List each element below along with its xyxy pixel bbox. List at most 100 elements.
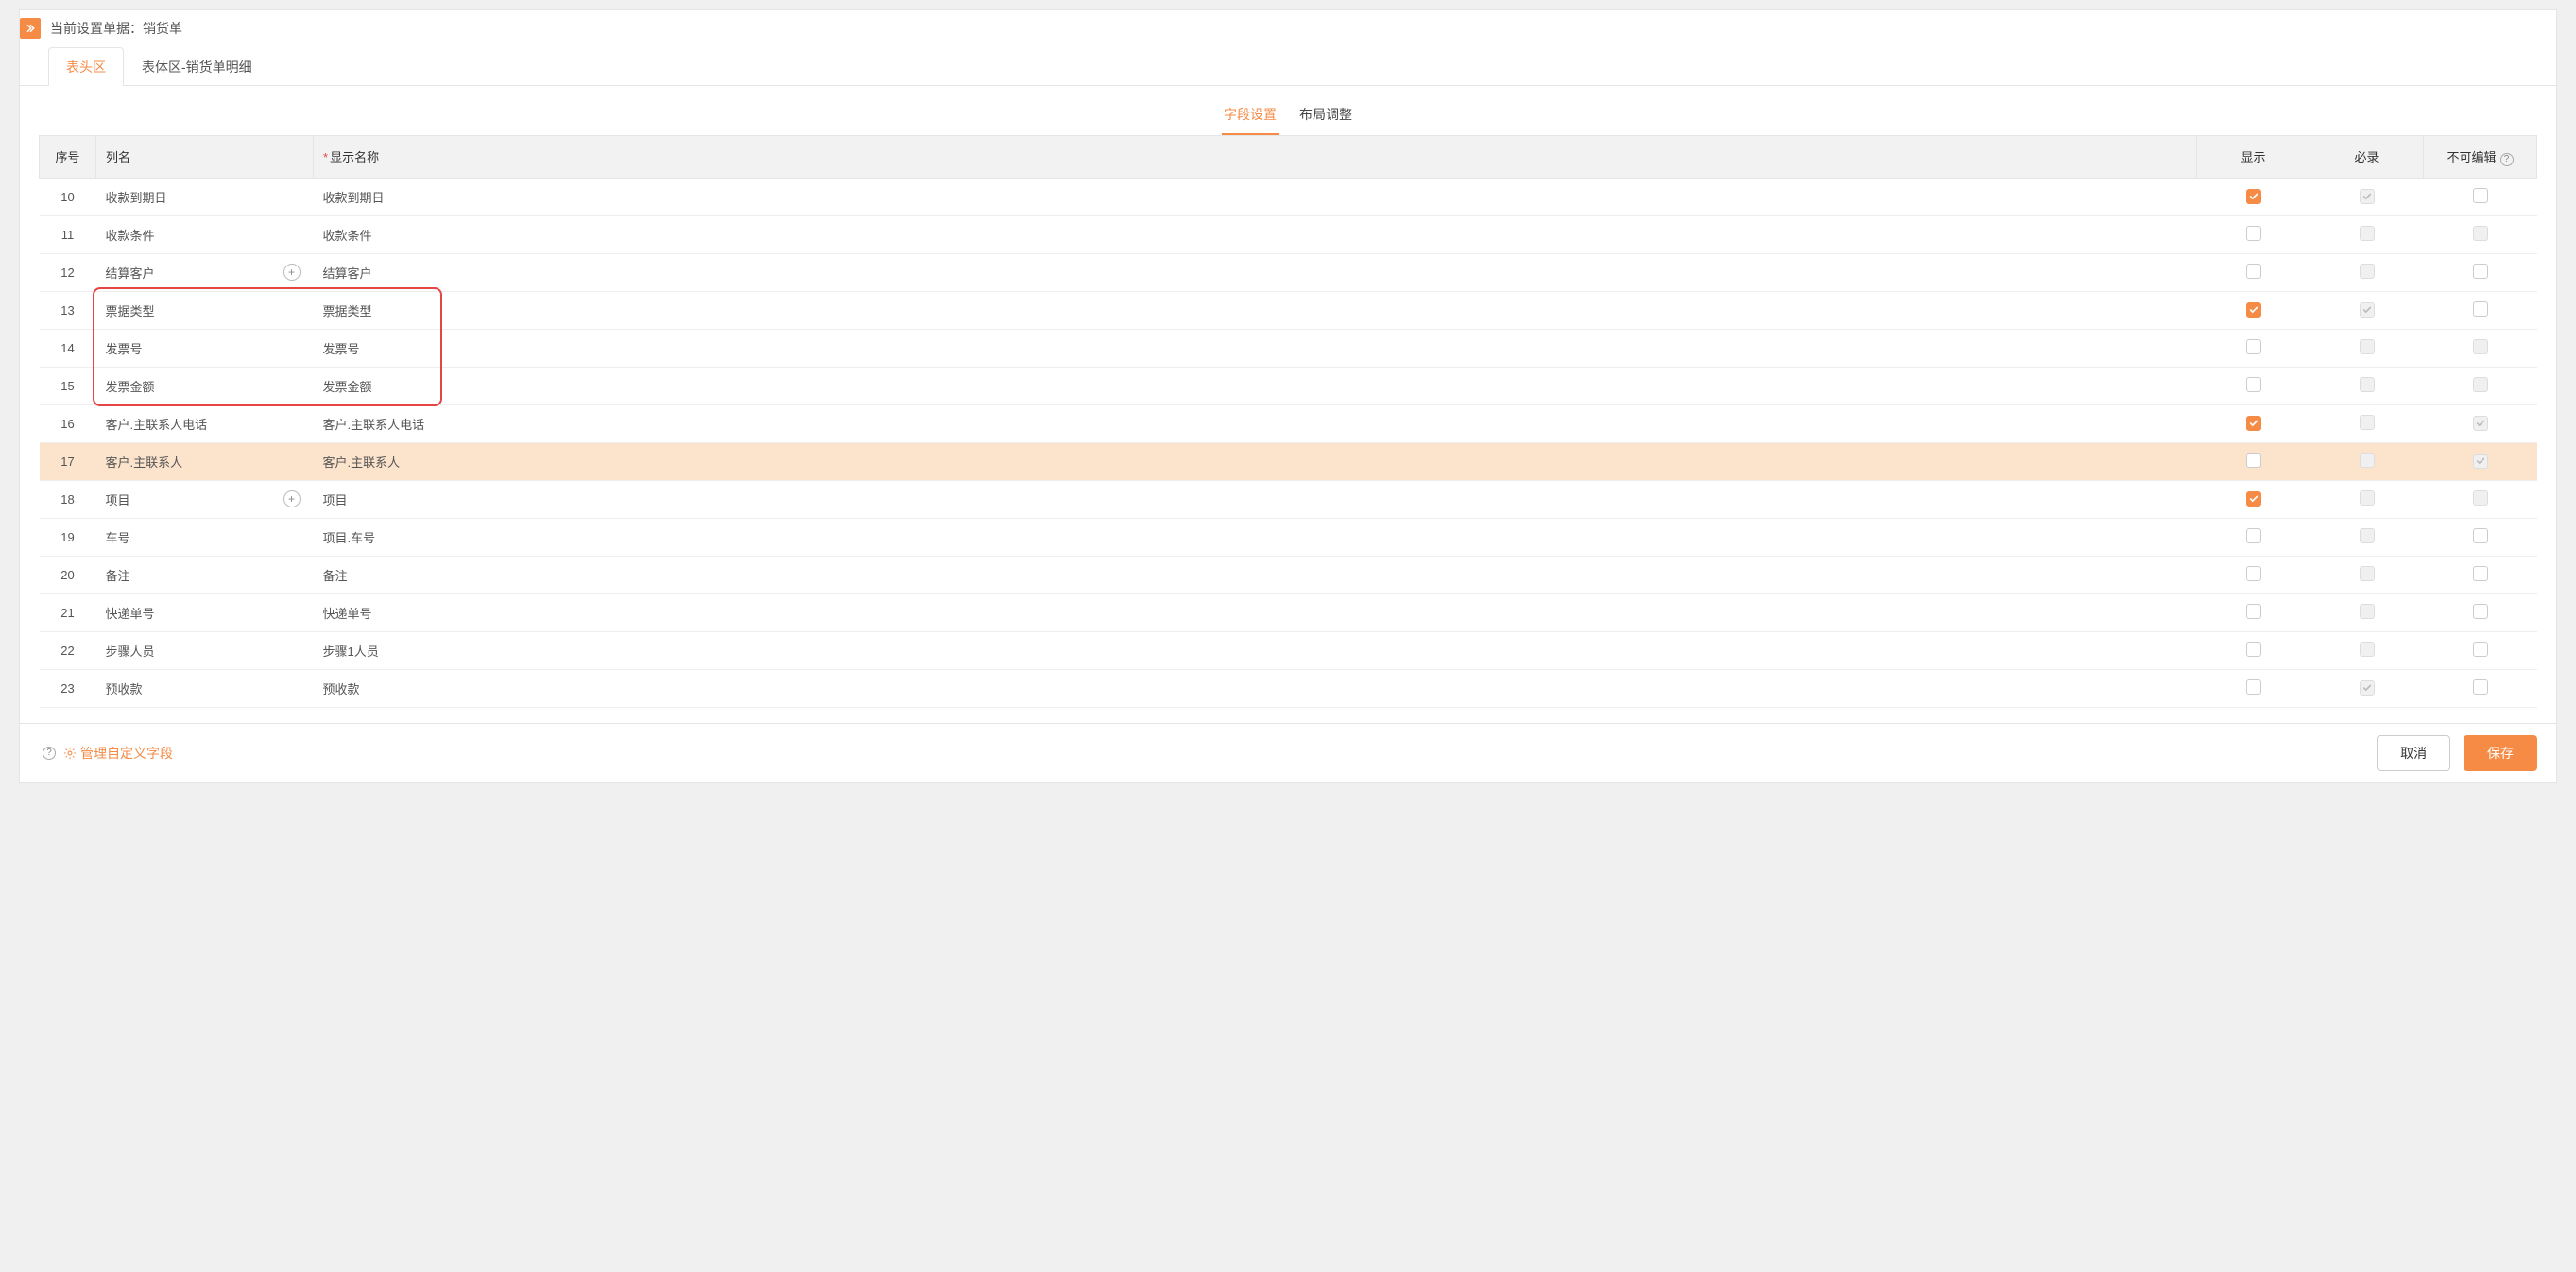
show-checkbox[interactable]	[2246, 189, 2261, 204]
row-index: 22	[40, 631, 96, 669]
required-checkbox	[2360, 604, 2375, 619]
subtab-layout-adjust[interactable]: 布局调整	[1297, 99, 1354, 135]
table-row: 15发票金额发票金额	[40, 367, 2537, 404]
row-column-name: 客户.主联系人	[96, 442, 314, 480]
col-locked-label: 不可编辑	[2447, 150, 2496, 164]
locked-checkbox	[2473, 226, 2488, 241]
locked-checkbox[interactable]	[2473, 528, 2488, 543]
row-index: 15	[40, 367, 96, 404]
required-checkbox	[2360, 453, 2375, 468]
tab-header-area[interactable]: 表头区	[48, 47, 124, 86]
main-tabs: 表头区表体区-销货单明细	[20, 46, 2556, 86]
row-index: 17	[40, 442, 96, 480]
show-checkbox[interactable]	[2246, 226, 2261, 241]
locked-checkbox[interactable]	[2473, 188, 2488, 203]
show-checkbox[interactable]	[2246, 491, 2261, 507]
locked-checkbox[interactable]	[2473, 301, 2488, 317]
locked-checkbox[interactable]	[2473, 264, 2488, 279]
locked-checkbox[interactable]	[2473, 679, 2488, 695]
sub-tabs: 字段设置布局调整	[20, 86, 2556, 135]
table-row: 12结算客户+结算客户	[40, 253, 2537, 291]
row-column-name: 发票金额	[96, 367, 314, 404]
cancel-button[interactable]: 取消	[2377, 735, 2450, 771]
show-checkbox[interactable]	[2246, 416, 2261, 431]
row-display-name[interactable]: 结算客户	[314, 253, 2197, 291]
col-index-header: 序号	[40, 136, 96, 179]
row-display-name[interactable]: 收款条件	[314, 215, 2197, 253]
fields-table: 序号 列名 *显示名称 显示 必录 不可编辑? 10收款到期日收款到期日11收款…	[39, 135, 2537, 708]
row-index: 23	[40, 669, 96, 707]
locked-checkbox	[2473, 490, 2488, 506]
row-display-name[interactable]: 收款到期日	[314, 178, 2197, 215]
row-column-name: 收款到期日	[96, 178, 314, 215]
expand-field-button[interactable]: +	[283, 490, 301, 507]
row-index: 14	[40, 329, 96, 367]
show-checkbox[interactable]	[2246, 604, 2261, 619]
row-index: 16	[40, 404, 96, 442]
row-index: 12	[40, 253, 96, 291]
row-index: 10	[40, 178, 96, 215]
row-display-name[interactable]: 快递单号	[314, 593, 2197, 631]
row-column-name: 收款条件	[96, 215, 314, 253]
table-row: 18项目+项目	[40, 480, 2537, 518]
table-row: 10收款到期日收款到期日	[40, 178, 2537, 215]
col-name-header: 列名	[96, 136, 314, 179]
table-row: 13票据类型票据类型	[40, 291, 2537, 329]
row-display-name[interactable]: 发票金额	[314, 367, 2197, 404]
expand-field-button[interactable]: +	[283, 264, 301, 281]
table-row: 21快递单号快递单号	[40, 593, 2537, 631]
col-display-label: 显示名称	[330, 150, 379, 164]
row-column-name: 步骤人员	[96, 631, 314, 669]
locked-checkbox	[2473, 377, 2488, 392]
current-doc-value: 销货单	[143, 19, 182, 38]
locked-checkbox[interactable]	[2473, 566, 2488, 581]
row-column-name: 预收款	[96, 669, 314, 707]
save-button[interactable]: 保存	[2464, 735, 2537, 771]
col-locked-header: 不可编辑?	[2424, 136, 2537, 179]
show-checkbox[interactable]	[2246, 566, 2261, 581]
row-display-name[interactable]: 项目	[314, 480, 2197, 518]
manage-custom-fields-link[interactable]: 管理自定义字段	[63, 744, 173, 763]
locked-checkbox[interactable]	[2473, 642, 2488, 657]
row-display-name[interactable]: 预收款	[314, 669, 2197, 707]
row-index: 18	[40, 480, 96, 518]
required-checkbox	[2360, 490, 2375, 506]
tab-body-area[interactable]: 表体区-销货单明细	[124, 47, 270, 86]
show-checkbox[interactable]	[2246, 642, 2261, 657]
show-checkbox[interactable]	[2246, 264, 2261, 279]
required-checkbox	[2360, 377, 2375, 392]
show-checkbox[interactable]	[2246, 339, 2261, 354]
locked-checkbox	[2473, 416, 2488, 431]
show-checkbox[interactable]	[2246, 302, 2261, 318]
required-checkbox	[2360, 339, 2375, 354]
row-display-name[interactable]: 项目.车号	[314, 518, 2197, 556]
row-display-name[interactable]: 客户.主联系人电话	[314, 404, 2197, 442]
col-show-header: 显示	[2197, 136, 2310, 179]
help-icon[interactable]: ?	[2500, 153, 2514, 166]
row-column-name: 票据类型	[96, 291, 314, 329]
row-column-name: 客户.主联系人电话	[96, 404, 314, 442]
table-row: 23预收款预收款	[40, 669, 2537, 707]
required-checkbox	[2360, 680, 2375, 696]
col-required-header: 必录	[2310, 136, 2424, 179]
row-display-name[interactable]: 备注	[314, 556, 2197, 593]
footer-help-icon[interactable]: ?	[43, 747, 56, 760]
row-display-name[interactable]: 发票号	[314, 329, 2197, 367]
row-display-name[interactable]: 票据类型	[314, 291, 2197, 329]
show-checkbox[interactable]	[2246, 528, 2261, 543]
current-doc-label: 当前设置单据：	[50, 19, 143, 38]
row-display-name[interactable]: 客户.主联系人	[314, 442, 2197, 480]
required-checkbox	[2360, 264, 2375, 279]
locked-checkbox	[2473, 454, 2488, 469]
row-column-name: 备注	[96, 556, 314, 593]
row-index: 19	[40, 518, 96, 556]
show-checkbox[interactable]	[2246, 453, 2261, 468]
show-checkbox[interactable]	[2246, 679, 2261, 695]
show-checkbox[interactable]	[2246, 377, 2261, 392]
row-display-name[interactable]: 步骤1人员	[314, 631, 2197, 669]
locked-checkbox[interactable]	[2473, 604, 2488, 619]
expand-icon[interactable]	[20, 18, 41, 39]
table-container: 序号 列名 *显示名称 显示 必录 不可编辑? 10收款到期日收款到期日11收款…	[20, 135, 2556, 717]
subtab-field-settings[interactable]: 字段设置	[1222, 99, 1279, 135]
row-column-name: 结算客户+	[96, 253, 314, 291]
